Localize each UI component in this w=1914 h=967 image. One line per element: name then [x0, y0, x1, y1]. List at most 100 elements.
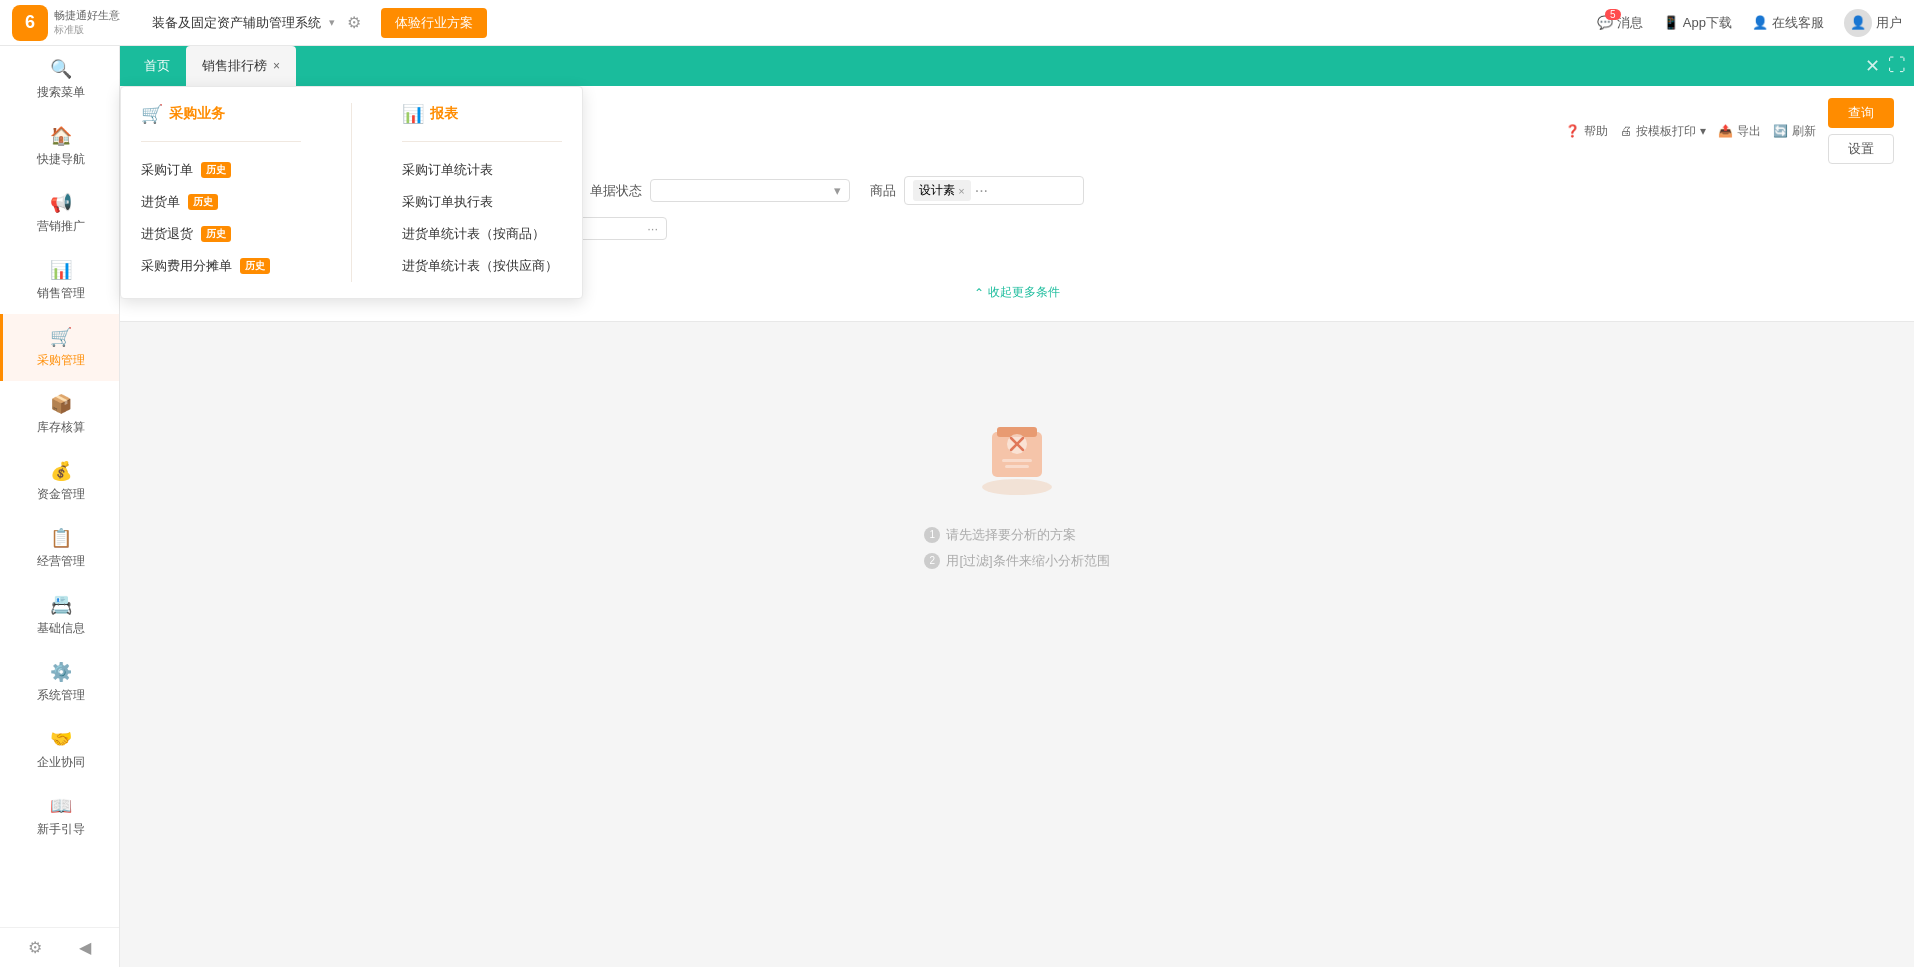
- menu-item-purchase-expense[interactable]: 采购费用分摊单 历史: [141, 250, 301, 282]
- menu-item-purchase-order-exec[interactable]: 采购订单执行表: [402, 186, 562, 218]
- sidebar-collapse-btn[interactable]: ◀: [79, 938, 91, 957]
- menu-item-purchase-order-stat[interactable]: 采购订单统计表: [402, 154, 562, 186]
- sidebar-item-inventory[interactable]: 📦 库存核算: [0, 381, 119, 448]
- sidebar-item-label: 经营管理: [37, 553, 85, 570]
- tab-home[interactable]: 首页: [128, 46, 186, 86]
- query-button[interactable]: 查询: [1828, 98, 1894, 128]
- menu-item-goods-stat-supplier[interactable]: 进货单统计表（按供应商）: [402, 250, 562, 282]
- logo-tag: 标准版: [54, 23, 120, 37]
- search-icon: 🔍: [50, 58, 72, 80]
- menu-item-label: 采购费用分摊单: [141, 257, 232, 275]
- sidebar-item-label: 新手引导: [37, 821, 85, 838]
- set-button[interactable]: 设置: [1828, 134, 1894, 164]
- purchase-section-divider: [141, 141, 301, 142]
- top-bar: 6 畅捷通好生意 标准版 装备及固定资产辅助管理系统 ▾ ⚙ 体验行业方案 💬 …: [0, 0, 1914, 46]
- purchase-section-title: 🛒 采购业务: [141, 103, 301, 133]
- message-badge: 5: [1605, 9, 1621, 20]
- tip-num-2: 2: [924, 553, 940, 569]
- status-dropdown-icon[interactable]: ▾: [834, 183, 841, 198]
- sidebar-item-label: 快捷导航: [37, 151, 85, 168]
- sidebar-settings-btn[interactable]: ⚙: [28, 938, 42, 957]
- empty-tips: 1 请先选择要分析的方案 2 用[过滤]条件来缩小分析范围: [924, 522, 1109, 574]
- top-right: 💬 5 消息 📱 App下载 👤 在线客服 👤 用户: [1597, 9, 1902, 37]
- tab-sales-rank[interactable]: 销售排行榜 ×: [186, 46, 296, 86]
- help-btn[interactable]: ❓ 帮助: [1565, 98, 1608, 164]
- sidebar-item-label: 基础信息: [37, 620, 85, 637]
- sidebar-item-label: 采购管理: [37, 352, 85, 369]
- menu-item-goods-stat-product[interactable]: 进货单统计表（按商品）: [402, 218, 562, 250]
- goods-label: 商品: [870, 182, 896, 200]
- svg-rect-6: [1002, 459, 1032, 462]
- menu-item-badge-purchase-order: 历史: [201, 162, 231, 178]
- online-service-btn[interactable]: 👤 在线客服: [1752, 14, 1824, 32]
- goods-tag-close[interactable]: ×: [958, 185, 964, 197]
- message-btn[interactable]: 💬 5 消息: [1597, 14, 1643, 32]
- system-title: 装备及固定资产辅助管理系统: [152, 14, 321, 32]
- purchase-section: 🛒 采购业务 采购订单 历史 进货单 历史 进货退货 历史 采购费用分摊单 历史: [141, 103, 301, 282]
- tip-num-1: 1: [924, 527, 940, 543]
- basic-icon: 📇: [50, 594, 72, 616]
- menu-item-label: 进货单统计表（按供应商）: [402, 257, 558, 275]
- sidebar-item-capital[interactable]: 💰 资金管理: [0, 448, 119, 515]
- sidebar-item-operations[interactable]: 📋 经营管理: [0, 515, 119, 582]
- menu-item-goods-return[interactable]: 进货退货 历史: [141, 218, 301, 250]
- collapse-btn[interactable]: ⌃ 收起更多条件: [974, 284, 1060, 301]
- menu-item-goods-receipt[interactable]: 进货单 历史: [141, 186, 301, 218]
- empty-tip-1: 1 请先选择要分析的方案: [924, 522, 1109, 548]
- message-label: 消息: [1617, 14, 1643, 32]
- settings-icon[interactable]: ⚙: [347, 13, 361, 32]
- menu-item-label: 进货单: [141, 193, 180, 211]
- menu-item-label: 采购订单执行表: [402, 193, 493, 211]
- tab-maximize-btn[interactable]: ⛶: [1888, 55, 1906, 77]
- report-section-divider: [402, 141, 562, 142]
- sidebar-item-marketing[interactable]: 📢 营销推广: [0, 180, 119, 247]
- menu-item-label: 采购订单: [141, 161, 193, 179]
- sidebar-item-label: 库存核算: [37, 419, 85, 436]
- tab-close-btn[interactable]: ×: [273, 59, 280, 73]
- sidebar-item-basic[interactable]: 📇 基础信息: [0, 582, 119, 649]
- goods-filter-group: 商品 设计素 × ···: [870, 176, 1084, 205]
- refresh-icon: 🔄: [1773, 124, 1788, 138]
- chevron-up-icon: ⌃: [974, 286, 984, 300]
- operations-icon: 📋: [50, 527, 72, 549]
- refresh-label: 刷新: [1792, 123, 1816, 140]
- online-service-label: 在线客服: [1772, 14, 1824, 32]
- tab-home-label: 首页: [144, 57, 170, 75]
- app-download-label: App下载: [1683, 14, 1732, 32]
- sidebar-item-enterprise[interactable]: 🤝 企业协同: [0, 716, 119, 783]
- help-label: 帮助: [1584, 123, 1608, 140]
- report-section: 📊 报表 采购订单统计表 采购订单执行表 进货单统计表（按商品） 进货单统计表（…: [402, 103, 562, 282]
- industry-btn[interactable]: 体验行业方案: [381, 8, 487, 38]
- logo-area: 6 畅捷通好生意 标准版: [12, 5, 132, 41]
- goods-tag: 设计素 ×: [913, 180, 970, 201]
- menu-item-badge-goods-return: 历史: [201, 226, 231, 242]
- sidebar-item-label: 企业协同: [37, 754, 85, 771]
- salesman-ellipsis[interactable]: ···: [647, 221, 658, 236]
- tip-text-2: 用[过滤]条件来缩小分析范围: [946, 548, 1109, 574]
- sidebar-item-sales[interactable]: 📊 销售管理: [0, 247, 119, 314]
- purchase-dropdown-menu: 🛒 采购业务 采购订单 历史 进货单 历史 进货退货 历史 采购费用分摊单 历史…: [120, 86, 583, 299]
- print-template-btn[interactable]: 🖨 按模板打印 ▾: [1620, 98, 1706, 164]
- system-title-area: 装备及固定资产辅助管理系统 ▾ ⚙ 体验行业方案: [152, 8, 487, 38]
- sidebar-item-guide[interactable]: 📖 新手引导: [0, 783, 119, 850]
- chevron-down-icon[interactable]: ▾: [329, 16, 335, 29]
- menu-item-badge-purchase-expense: 历史: [240, 258, 270, 274]
- goods-tag-input[interactable]: 设计素 × ···: [904, 176, 1084, 205]
- tab-close-window-btn[interactable]: ✕: [1865, 55, 1880, 77]
- menu-item-purchase-order[interactable]: 采购订单 历史: [141, 154, 301, 186]
- menu-item-label: 进货退货: [141, 225, 193, 243]
- home-icon: 🏠: [50, 125, 72, 147]
- app-download-btn[interactable]: 📱 App下载: [1663, 14, 1732, 32]
- tip-text-1: 请先选择要分析的方案: [946, 522, 1076, 548]
- sidebar-item-purchase[interactable]: 🛒 采购管理: [0, 314, 119, 381]
- user-btn[interactable]: 👤 用户: [1844, 9, 1902, 37]
- sidebar-item-system[interactable]: ⚙️ 系统管理: [0, 649, 119, 716]
- sidebar-item-search[interactable]: 🔍 搜索菜单: [0, 46, 119, 113]
- sidebar-item-quick[interactable]: 🏠 快捷导航: [0, 113, 119, 180]
- ellipsis-btn[interactable]: ···: [975, 182, 988, 200]
- export-btn[interactable]: 📤 导出: [1718, 98, 1761, 164]
- print-template-label: 按模板打印: [1636, 123, 1696, 140]
- refresh-btn[interactable]: 🔄 刷新: [1773, 98, 1816, 164]
- user-label: 用户: [1876, 14, 1902, 32]
- capital-icon: 💰: [50, 460, 72, 482]
